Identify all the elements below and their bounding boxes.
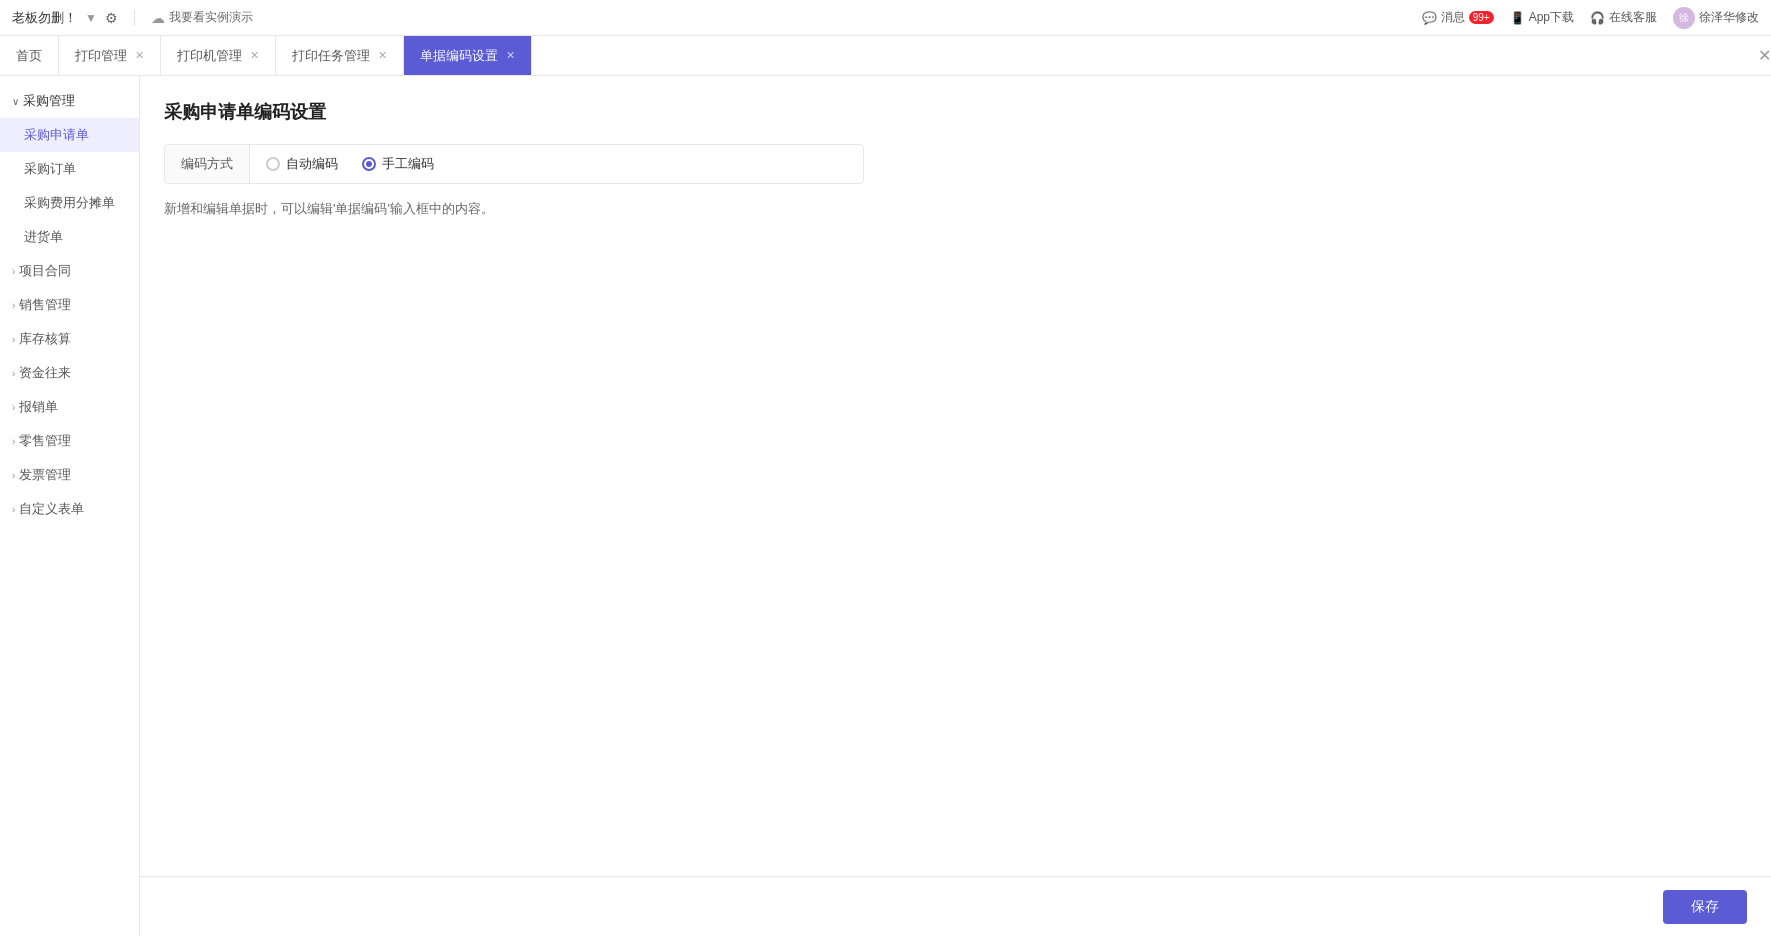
sidebar-item-inventory[interactable]: › 库存核算 [0,322,139,356]
retail-label: 零售管理 [19,432,71,450]
content-area: 采购申请单编码设置 编码方式 自动编码 手工编码 [140,76,1771,936]
save-button[interactable]: 保存 [1663,890,1747,924]
invoice-arrow-icon: › [12,470,15,481]
invoice-label: 发票管理 [19,466,71,484]
content-inner: 采购申请单编码设置 编码方式 自动编码 手工编码 [140,76,1771,936]
app-title: 老板勿删！ [12,9,77,27]
tab-print-management-label: 打印管理 [75,47,127,65]
project-arrow-icon: › [12,266,15,277]
custom-form-label: 自定义表单 [19,500,84,518]
receipt-label: 进货单 [24,229,63,244]
inventory-arrow-icon: › [12,334,15,345]
top-bar: 老板勿删！ ▼ ⚙ ☁ 我要看实例演示 💬 消息 99+ 📱 App下载 🎧 在… [0,0,1771,36]
tab-printer-management[interactable]: 打印机管理 ✕ [161,36,276,75]
purchase-expense-label: 采购费用分摊单 [24,195,115,210]
encoding-options: 自动编码 手工编码 [250,145,450,183]
expense-report-label: 报销单 [19,398,58,416]
project-contract-label: 项目合同 [19,262,71,280]
expense-arrow-icon: › [12,402,15,413]
online-service-button[interactable]: 🎧 在线客服 [1590,9,1657,26]
sidebar-item-receipt[interactable]: 进货单 [0,220,139,254]
sales-label: 销售管理 [19,296,71,314]
avatar: 徐 [1673,7,1695,29]
tab-print-management[interactable]: 打印管理 ✕ [59,36,161,75]
message-label: 消息 [1441,9,1465,26]
phone-icon: 📱 [1510,11,1525,25]
tab-encoding-settings[interactable]: 单据编码设置 ✕ [404,36,532,75]
sidebar-item-custom-form[interactable]: › 自定义表单 [0,492,139,526]
sidebar-item-purchase-order[interactable]: 采购订单 [0,152,139,186]
sidebar-item-purchase-expense[interactable]: 采购费用分摊单 [0,186,139,220]
sidebar-item-purchase-request[interactable]: 采购申请单 [0,118,139,152]
sidebar-item-project-contract[interactable]: › 项目合同 [0,254,139,288]
tab-printer-management-close[interactable]: ✕ [250,49,259,62]
headset-icon: 🎧 [1590,11,1605,25]
retail-arrow-icon: › [12,436,15,447]
tab-encoding-settings-label: 单据编码设置 [420,47,498,65]
sidebar-item-expense-report[interactable]: › 报销单 [0,390,139,424]
capital-label: 资金往来 [19,364,71,382]
app-download-button[interactable]: 📱 App下载 [1510,9,1574,26]
demo-button[interactable]: ☁ 我要看实例演示 [151,9,253,26]
auto-encoding-radio[interactable] [266,157,280,171]
tab-print-management-close[interactable]: ✕ [135,49,144,62]
main-layout: ∨ 采购管理 采购申请单 采购订单 采购费用分摊单 进货单 › 项目合同 › 销… [0,76,1771,936]
tab-print-task-label: 打印任务管理 [292,47,370,65]
sidebar-item-retail[interactable]: › 零售管理 [0,424,139,458]
content-footer: 保存 [140,876,1771,936]
sidebar-item-sales[interactable]: › 销售管理 [0,288,139,322]
auto-encoding-option[interactable]: 自动编码 [266,155,338,173]
title-arrow-icon[interactable]: ▼ [85,11,97,25]
message-button[interactable]: 💬 消息 99+ [1422,9,1494,26]
panel-close-button[interactable]: ✕ [1758,36,1771,75]
username: 徐泽华修改 [1699,9,1759,26]
tab-encoding-settings-close[interactable]: ✕ [506,49,515,62]
purchase-order-label: 采购订单 [24,161,76,176]
tab-bar: 首页 打印管理 ✕ 打印机管理 ✕ 打印任务管理 ✕ 单据编码设置 ✕ ✕ [0,36,1771,76]
divider [134,10,135,26]
encoding-section: 编码方式 自动编码 手工编码 新增和编辑单据时，可以编辑'单据编码'输入框中的内… [164,144,1747,218]
custom-arrow-icon: › [12,504,15,515]
sidebar: ∨ 采购管理 采购申请单 采购订单 采购费用分摊单 进货单 › 项目合同 › 销… [0,76,140,936]
sidebar-group-purchase: ∨ 采购管理 采购申请单 采购订单 采购费用分摊单 进货单 [0,84,139,254]
encoding-hint: 新增和编辑单据时，可以编辑'单据编码'输入框中的内容。 [164,200,1747,218]
capital-arrow-icon: › [12,368,15,379]
demo-text: 我要看实例演示 [169,9,253,26]
top-bar-right: 💬 消息 99+ 📱 App下载 🎧 在线客服 徐 徐泽华修改 [1422,7,1759,29]
message-icon: 💬 [1422,11,1437,25]
sidebar-group-purchase-header[interactable]: ∨ 采购管理 [0,84,139,118]
page-title: 采购申请单编码设置 [164,100,1747,124]
tab-home[interactable]: 首页 [0,36,59,75]
manual-encoding-label: 手工编码 [382,155,434,173]
tab-home-label: 首页 [16,47,42,65]
auto-encoding-label: 自动编码 [286,155,338,173]
cloud-icon: ☁ [151,10,165,26]
message-badge: 99+ [1469,11,1494,24]
gear-icon[interactable]: ⚙ [105,10,118,26]
tab-printer-management-label: 打印机管理 [177,47,242,65]
sidebar-item-invoice[interactable]: › 发票管理 [0,458,139,492]
manual-encoding-radio[interactable] [362,157,376,171]
online-service-label: 在线客服 [1609,9,1657,26]
tab-print-task-close[interactable]: ✕ [378,49,387,62]
encoding-row: 编码方式 自动编码 手工编码 [164,144,864,184]
encoding-label: 编码方式 [165,145,250,183]
sidebar-item-capital[interactable]: › 资金往来 [0,356,139,390]
app-download-label: App下载 [1529,9,1574,26]
tab-print-task[interactable]: 打印任务管理 ✕ [276,36,404,75]
inventory-label: 库存核算 [19,330,71,348]
user-menu[interactable]: 徐 徐泽华修改 [1673,7,1759,29]
manual-encoding-option[interactable]: 手工编码 [362,155,434,173]
sales-arrow-icon: › [12,300,15,311]
tab-spacer [532,36,1758,75]
purchase-request-label: 采购申请单 [24,127,89,142]
purchase-collapse-icon: ∨ [12,96,19,107]
top-bar-left: 老板勿删！ ▼ ⚙ ☁ 我要看实例演示 [12,9,253,27]
purchase-group-label: 采购管理 [23,92,75,110]
